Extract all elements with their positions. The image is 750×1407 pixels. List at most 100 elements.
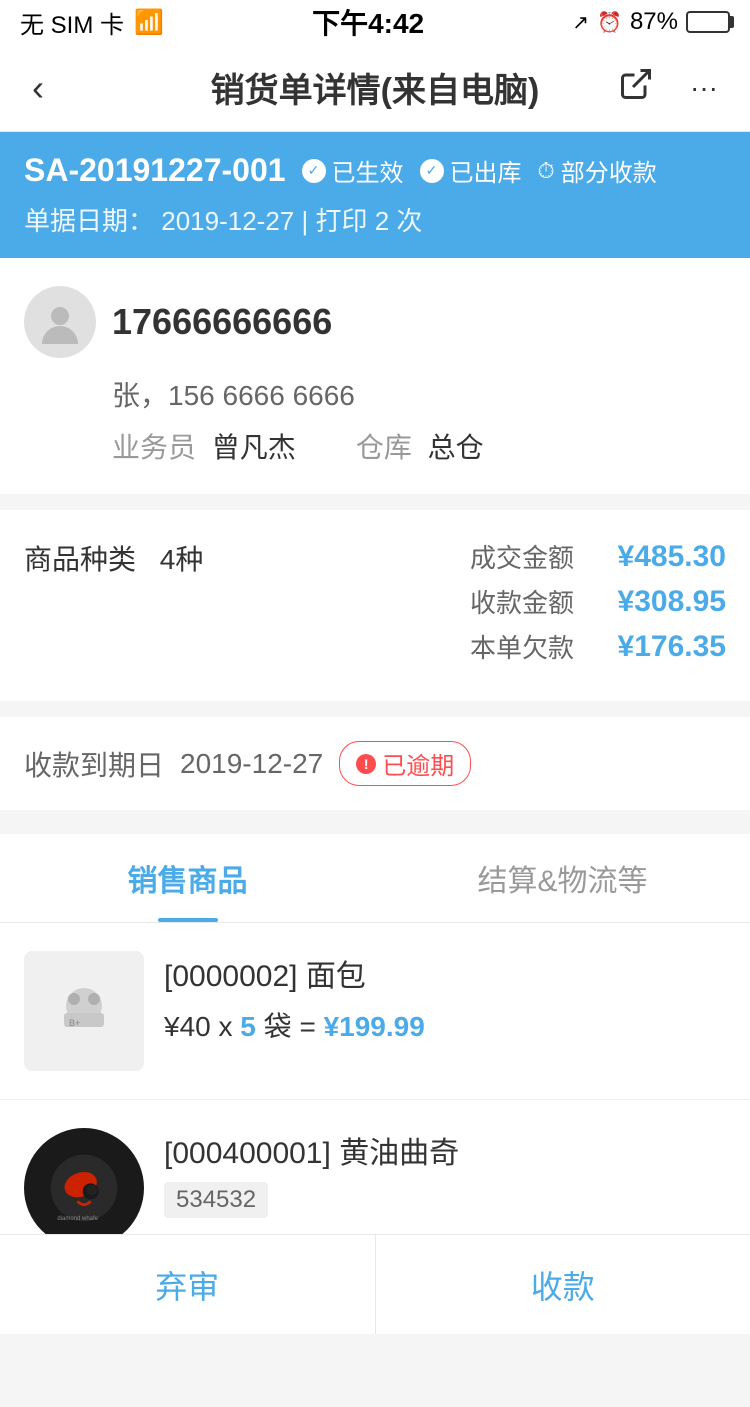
overdue-text: 已逾期 [382, 746, 454, 781]
carrier-text: 无 SIM 卡 [20, 5, 124, 40]
warehouse-label: 仓库 [356, 432, 412, 463]
status-shipped: ✓ 已出库 [420, 153, 522, 188]
status-left: 无 SIM 卡 📶 [20, 5, 164, 40]
overdue-icon: ! [356, 754, 376, 774]
price-eq-1: = [299, 1011, 323, 1042]
date-label: 单据日期： [24, 206, 154, 236]
tabs-row: 销售商品 结算&物流等 [0, 834, 750, 922]
price-mult-1: x [219, 1011, 241, 1042]
product-name-2: [000400001] 黄油曲奇 [164, 1128, 726, 1172]
product-sku-2: 534532 [164, 1182, 268, 1218]
status-right: ↗ ⏰ 87% [572, 8, 730, 36]
received-label: 收款金额 [470, 583, 574, 620]
overdue-badge: ! 已逾期 [339, 741, 471, 786]
nav-bar: ‹ 销货单详情(来自电脑) ··· [0, 44, 750, 132]
order-header: SA-20191227-001 ✓ 已生效 ✓ 已出库 ⏱ 部分收款 单据日期：… [0, 132, 750, 258]
check-icon-1: ✓ [302, 159, 326, 183]
status-partial-label: 部分收款 [561, 153, 657, 188]
summary-row: 商品种类 4种 成交金额 ¥485.30 收款金额 ¥308.95 本单欠款 ¥… [24, 538, 726, 673]
tab-sales-products[interactable]: 销售商品 [0, 834, 375, 922]
product-code-2: [000400001] [164, 1137, 331, 1170]
svg-text:B+: B+ [69, 1018, 80, 1028]
cancel-review-label: 弃审 [155, 1262, 219, 1308]
list-item: B+ [0000002] 面包 ¥40 x 5 袋 = ¥199.99 [0, 923, 750, 1100]
salesperson-item: 业务员 曾凡杰 [112, 426, 296, 466]
collect-payment-label: 收款 [531, 1262, 595, 1308]
price-qty-1: 5 [240, 1011, 256, 1042]
wifi-icon: 📶 [134, 8, 164, 37]
status-time: 下午4:42 [312, 2, 424, 42]
tab-settlement[interactable]: 结算&物流等 [375, 834, 750, 922]
received-row: 收款金额 ¥308.95 [470, 583, 726, 620]
clock-icon: ⏱ [538, 158, 555, 184]
product-types-value: 4种 [160, 544, 204, 575]
print-suffix: 次 [396, 206, 422, 236]
battery-icon [686, 11, 730, 33]
customer-row: 17666666666 [24, 286, 726, 358]
customer-phone: 17666666666 [112, 301, 332, 343]
share-button[interactable] [610, 58, 662, 117]
due-date-value: 2019-12-27 [180, 748, 323, 780]
price-unit-1: 袋 [264, 1011, 292, 1042]
price-total-1: ¥199.99 [324, 1011, 425, 1042]
product-types-label: 商品种类 [24, 544, 136, 575]
product-name-1: [0000002] 面包 [164, 951, 726, 995]
warehouse-item: 仓库 总仓 [356, 426, 484, 466]
product-title-2: 黄油曲奇 [339, 1137, 459, 1170]
due-section: 收款到期日 2019-12-27 ! 已逾期 [0, 717, 750, 810]
status-effective: ✓ 已生效 [302, 153, 404, 188]
collect-payment-button[interactable]: 收款 [376, 1235, 750, 1334]
customer-name-phone: 张，156 6666 6666 [24, 374, 726, 414]
summary-section: 商品种类 4种 成交金额 ¥485.30 收款金额 ¥308.95 本单欠款 ¥… [0, 510, 750, 701]
back-button[interactable]: ‹ [24, 59, 52, 117]
due-label: 收款到期日 [24, 744, 164, 784]
status-shipped-label: 已出库 [450, 153, 522, 188]
location-icon: ↗ [572, 10, 589, 35]
tab-sales-label: 销售商品 [128, 856, 248, 900]
amount-row: 成交金额 ¥485.30 [470, 538, 726, 575]
debt-row: 本单欠款 ¥176.35 [470, 628, 726, 665]
order-date-value: 2019-12-27 [161, 206, 294, 236]
price-base-1: ¥40 [164, 1011, 211, 1042]
customer-meta: 业务员 曾凡杰 仓库 总仓 [24, 426, 726, 466]
product-price-1: ¥40 x 5 袋 = ¥199.99 [164, 1005, 726, 1045]
status-effective-label: 已生效 [332, 153, 404, 188]
salesperson-value: 曾凡杰 [212, 432, 296, 463]
customer-section: 17666666666 张，156 6666 6666 业务员 曾凡杰 仓库 总… [0, 258, 750, 494]
separator-1 [0, 818, 750, 834]
product-types-item: 商品种类 4种 [24, 538, 203, 578]
status-partial: ⏱ 部分收款 [538, 153, 657, 188]
alarm-icon: ⏰ [597, 10, 622, 35]
debt-label: 本单欠款 [470, 628, 574, 665]
amount-value: ¥485.30 [586, 540, 726, 574]
product-info-1: [0000002] 面包 ¥40 x 5 袋 = ¥199.99 [164, 951, 726, 1071]
cancel-review-button[interactable]: 弃审 [0, 1235, 376, 1334]
avatar [24, 286, 96, 358]
warehouse-value: 总仓 [428, 432, 484, 463]
status-bar: 无 SIM 卡 📶 下午4:42 ↗ ⏰ 87% [0, 0, 750, 44]
check-icon-2: ✓ [420, 159, 444, 183]
product-code-1: [0000002] [164, 960, 297, 993]
salesperson-label: 业务员 [112, 432, 196, 463]
more-button[interactable]: ··· [682, 64, 726, 112]
summary-left: 商品种类 4种 [24, 538, 203, 584]
product-thumbnail-1: B+ [24, 951, 144, 1071]
print-label: | 打印 [301, 206, 367, 236]
svg-text:diamond whafe: diamond whafe [57, 1216, 98, 1222]
order-date-row: 单据日期： 2019-12-27 | 打印 2 次 [24, 201, 726, 238]
product-thumbnail-2: diamond whafe [24, 1128, 144, 1248]
nav-actions: ··· [610, 58, 726, 117]
order-id: SA-20191227-001 [24, 152, 286, 189]
battery-percent: 87% [630, 8, 678, 36]
tab-settlement-label: 结算&物流等 [477, 856, 647, 900]
nav-title: 销货单详情(来自电脑) [211, 63, 540, 112]
tabs-section: 销售商品 结算&物流等 [0, 834, 750, 923]
debt-value: ¥176.35 [586, 630, 726, 664]
product-title-1: 面包 [306, 960, 366, 993]
print-count: 2 [375, 206, 389, 236]
received-value: ¥308.95 [586, 585, 726, 619]
summary-right: 成交金额 ¥485.30 收款金额 ¥308.95 本单欠款 ¥176.35 [470, 538, 726, 673]
tab-underline [158, 918, 218, 922]
amount-label: 成交金额 [470, 538, 574, 575]
order-header-top: SA-20191227-001 ✓ 已生效 ✓ 已出库 ⏱ 部分收款 [24, 152, 726, 189]
